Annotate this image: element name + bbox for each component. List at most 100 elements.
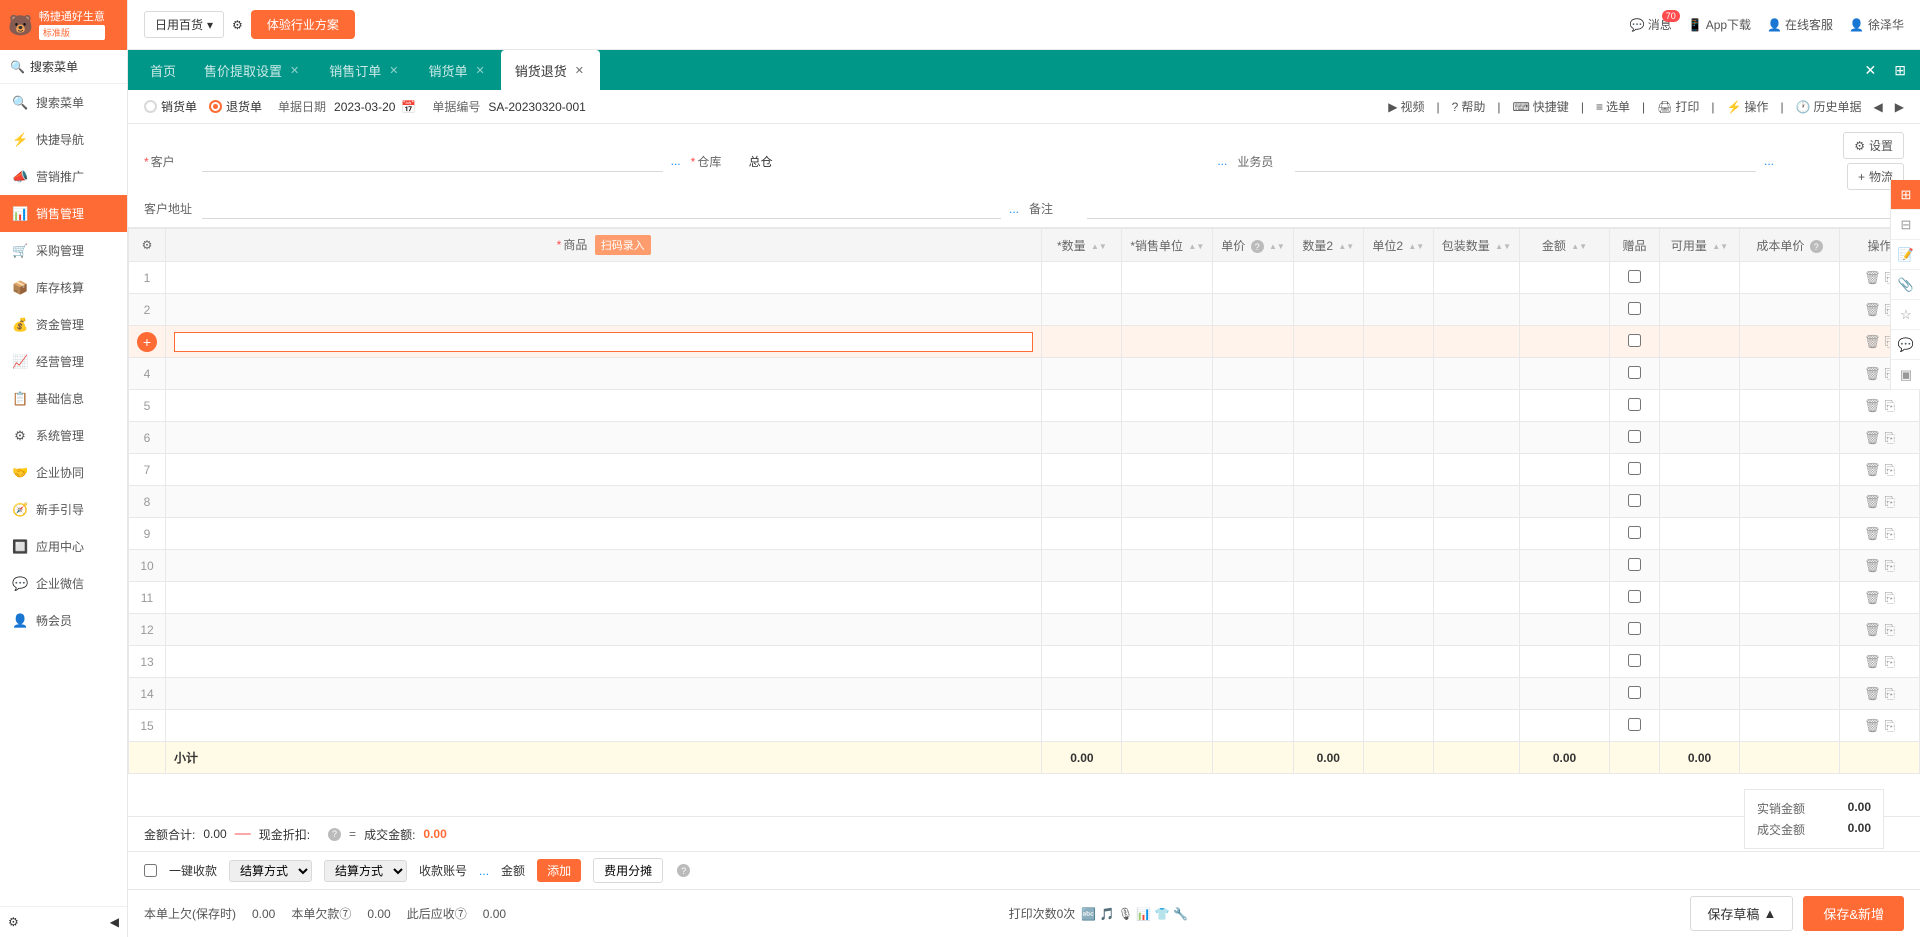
qty2-cell-8[interactable] <box>1293 486 1363 518</box>
sidebar-item-wechat[interactable]: 💬企业微信 <box>0 565 127 602</box>
sidebar-item-marketing[interactable]: 📣营销推广 <box>0 158 127 195</box>
delete-icon-13[interactable]: 🗑 <box>1864 654 1881 670</box>
price-cell-9[interactable] <box>1213 518 1294 550</box>
costprice-cell-15[interactable] <box>1740 710 1840 742</box>
delete-icon-3[interactable]: 🗑 <box>1864 334 1881 350</box>
costprice-cell-4[interactable] <box>1740 358 1840 390</box>
copy-icon-6[interactable]: ⎘ <box>1885 430 1895 446</box>
avail-cell-8[interactable] <box>1660 486 1740 518</box>
avail-cell-7[interactable] <box>1660 454 1740 486</box>
product-cell-5[interactable] <box>166 390 1042 422</box>
unit2-cell-7[interactable] <box>1363 454 1433 486</box>
delete-icon-8[interactable]: 🗑 <box>1864 494 1881 510</box>
calendar-icon[interactable]: 📅 <box>401 100 416 114</box>
gift-cell-9[interactable] <box>1610 518 1660 550</box>
tab-close-sales_order[interactable]: ✕ <box>387 64 400 77</box>
unit-cell-5[interactable] <box>1122 390 1213 422</box>
sidebar-item-member[interactable]: 👤畅会员 <box>0 602 127 639</box>
unit-cell-1[interactable] <box>1122 262 1213 294</box>
delete-icon-12[interactable]: 🗑 <box>1864 622 1881 638</box>
fee-info-icon[interactable]: ? <box>677 864 690 877</box>
calc-method-select[interactable]: 结算方式 <box>324 860 407 882</box>
product-cell-6[interactable] <box>166 422 1042 454</box>
copy-icon-5[interactable]: ⎘ <box>1885 398 1895 414</box>
remark-input[interactable] <box>1087 198 1904 219</box>
unit2-sort[interactable]: ▲▼ <box>1408 242 1424 251</box>
delete-icon-9[interactable]: 🗑 <box>1864 526 1881 542</box>
unit2-cell-11[interactable] <box>1363 582 1433 614</box>
copy-icon-9[interactable]: ⎘ <box>1885 526 1895 542</box>
pkgqty-sort[interactable]: ▲▼ <box>1495 242 1511 251</box>
app-download-btn[interactable]: 📱 App下载 <box>1688 16 1751 33</box>
unit-cell-12[interactable] <box>1122 614 1213 646</box>
costprice-cell-11[interactable] <box>1740 582 1840 614</box>
gift-checkbox-4[interactable] <box>1628 366 1641 379</box>
unit-cell-4[interactable] <box>1122 358 1213 390</box>
avail-cell-15[interactable] <box>1660 710 1740 742</box>
pkgqty-cell-4[interactable] <box>1433 358 1519 390</box>
unit2-cell-1[interactable] <box>1363 262 1433 294</box>
gift-cell-4[interactable] <box>1610 358 1660 390</box>
account-dots[interactable]: ... <box>479 864 489 878</box>
avail-cell-5[interactable] <box>1660 390 1740 422</box>
sidebar-item-guide[interactable]: 🧭新手引导 <box>0 491 127 528</box>
print-btn[interactable]: 🖨 打印 <box>1657 98 1699 115</box>
pkgqty-cell-5[interactable] <box>1433 390 1519 422</box>
qty2-cell-1[interactable] <box>1293 262 1363 294</box>
qty2-cell-14[interactable] <box>1293 678 1363 710</box>
pkgqty-cell-1[interactable] <box>1433 262 1519 294</box>
unit2-cell-14[interactable] <box>1363 678 1433 710</box>
delete-icon-7[interactable]: 🗑 <box>1864 462 1881 478</box>
sidebar-item-shortcut[interactable]: ⚡快捷导航 <box>0 121 127 158</box>
message-btn[interactable]: 💬 消息 70 <box>1630 16 1672 33</box>
copy-icon-15[interactable]: ⎘ <box>1885 718 1895 734</box>
unit2-cell-8[interactable] <box>1363 486 1433 518</box>
price-cell-1[interactable] <box>1213 262 1294 294</box>
pkgqty-cell-2[interactable] <box>1433 294 1519 326</box>
costprice-cell-14[interactable] <box>1740 678 1840 710</box>
qty-cell-14[interactable] <box>1042 678 1122 710</box>
category-select[interactable]: 日用百货 ▾ <box>144 11 224 38</box>
delete-icon-6[interactable]: 🗑 <box>1864 430 1881 446</box>
online-service-btn[interactable]: 👤 在线客服 <box>1767 16 1833 33</box>
product-cell-1[interactable] <box>166 262 1042 294</box>
pkgqty-cell-10[interactable] <box>1433 550 1519 582</box>
unit2-cell-10[interactable] <box>1363 550 1433 582</box>
gift-checkbox-6[interactable] <box>1628 430 1641 443</box>
add-row-btn[interactable]: + <box>137 332 157 352</box>
price-cell-4[interactable] <box>1213 358 1294 390</box>
gift-cell-6[interactable] <box>1610 422 1660 454</box>
gift-checkbox-11[interactable] <box>1628 590 1641 603</box>
sidebar-item-apps[interactable]: 🔲应用中心 <box>0 528 127 565</box>
delete-icon-1[interactable]: 🗑 <box>1864 270 1881 286</box>
avail-sort[interactable]: ▲▼ <box>1712 242 1728 251</box>
delete-icon-5[interactable]: 🗑 <box>1864 398 1881 414</box>
amount-cell-13[interactable] <box>1520 646 1610 678</box>
amount-cell-6[interactable] <box>1520 422 1610 454</box>
price-cell-5[interactable] <box>1213 390 1294 422</box>
scan-btn[interactable]: 扫码录入 <box>595 235 651 255</box>
costprice-cell-5[interactable] <box>1740 390 1840 422</box>
unit2-cell-15[interactable] <box>1363 710 1433 742</box>
unit-cell-15[interactable] <box>1122 710 1213 742</box>
amount-cell-14[interactable] <box>1520 678 1610 710</box>
pkgqty-cell-13[interactable] <box>1433 646 1519 678</box>
amount-sort[interactable]: ▲▼ <box>1571 242 1587 251</box>
copy-icon-7[interactable]: ⎘ <box>1885 462 1895 478</box>
trial-button[interactable]: 体验行业方案 <box>251 10 355 39</box>
delete-icon-11[interactable]: 🗑 <box>1864 590 1881 606</box>
price-cell-7[interactable] <box>1213 454 1294 486</box>
settings-gear-icon[interactable]: ⚙ <box>232 18 243 32</box>
qty2-cell-9[interactable] <box>1293 518 1363 550</box>
qty-cell-3[interactable] <box>1042 326 1122 358</box>
amount-cell-4[interactable] <box>1520 358 1610 390</box>
sidebar-item-sales[interactable]: 📊销售管理 <box>0 195 127 232</box>
copy-icon-12[interactable]: ⎘ <box>1885 622 1895 638</box>
amount-cell-7[interactable] <box>1520 454 1610 486</box>
unit-cell-13[interactable] <box>1122 646 1213 678</box>
unit-cell-14[interactable] <box>1122 678 1213 710</box>
product-cell-3[interactable] <box>166 326 1042 358</box>
pkgqty-cell-14[interactable] <box>1433 678 1519 710</box>
unit2-cell-6[interactable] <box>1363 422 1433 454</box>
video-btn[interactable]: ▶ 视频 <box>1388 98 1424 115</box>
